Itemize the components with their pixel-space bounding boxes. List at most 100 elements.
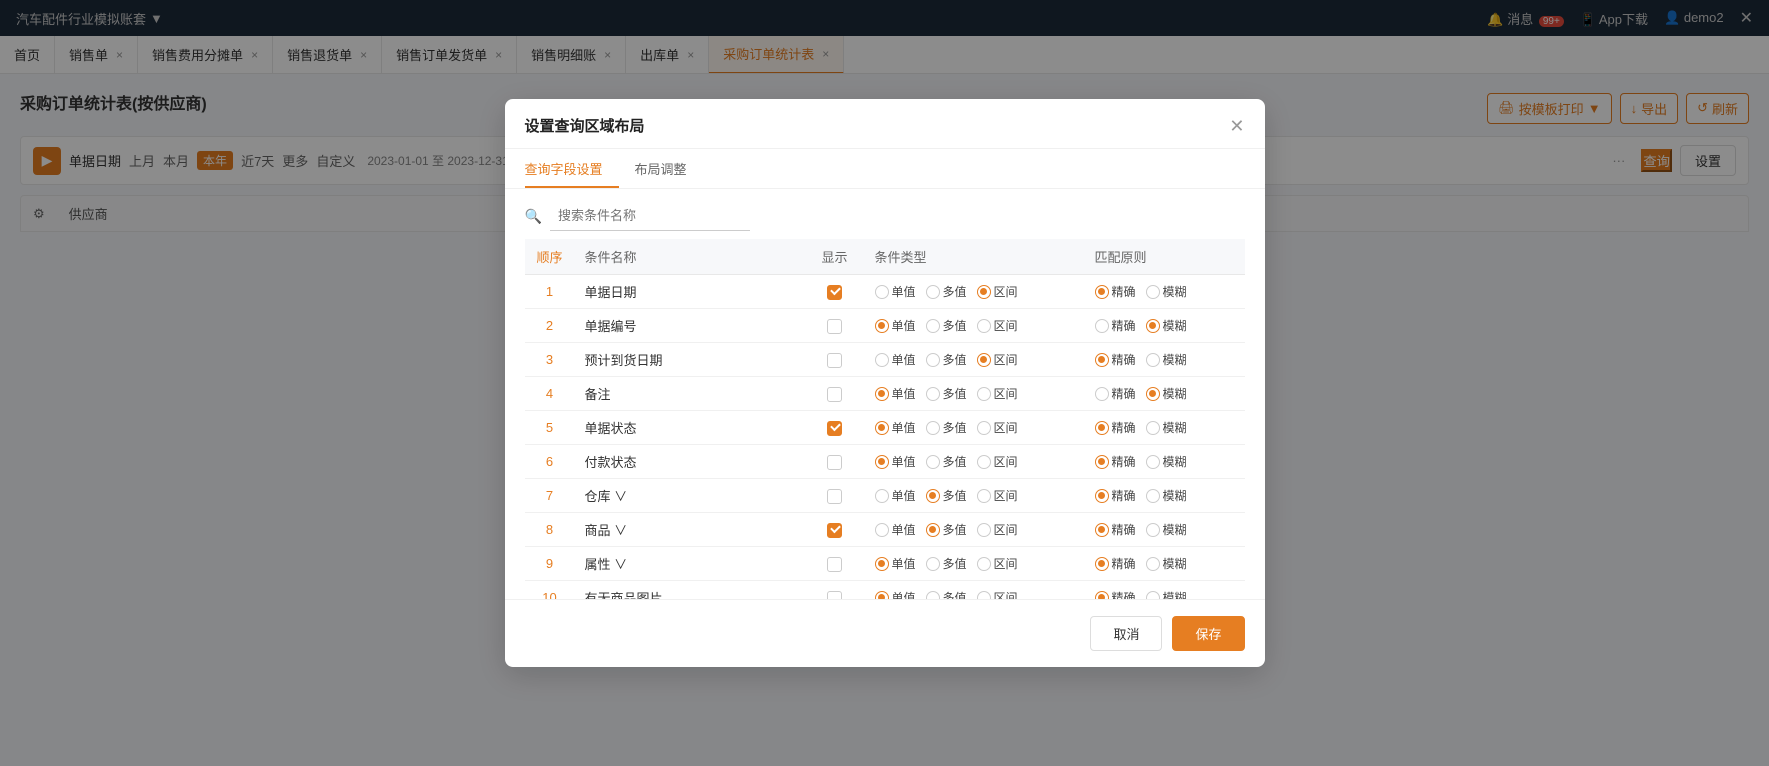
row-name: 有无商品图片	[575, 581, 805, 600]
match-radio-模糊[interactable]: 模糊	[1146, 521, 1187, 538]
row-display[interactable]	[805, 547, 865, 581]
type-radio-单值[interactable]: 单值	[875, 385, 916, 402]
row-type: 单值多值区间	[865, 445, 1085, 479]
type-radio-单值[interactable]: 单值	[875, 453, 916, 470]
search-input[interactable]	[550, 201, 750, 231]
match-radio-精确[interactable]: 精确	[1095, 555, 1136, 572]
type-radio-多值[interactable]: 多值	[926, 487, 967, 504]
match-radio-模糊[interactable]: 模糊	[1146, 555, 1187, 572]
col-header-order: 顺序	[525, 239, 575, 275]
type-radio-多值[interactable]: 多值	[926, 351, 967, 368]
type-radio-多值[interactable]: 多值	[926, 283, 967, 300]
display-checkbox[interactable]	[827, 319, 842, 334]
dialog-tabs: 查询字段设置 布局调整	[505, 149, 1265, 189]
save-btn[interactable]: 保存	[1172, 616, 1244, 651]
display-checkbox[interactable]	[827, 353, 842, 368]
row-type: 单值多值区间	[865, 513, 1085, 547]
type-radio-区间[interactable]: 区间	[977, 521, 1018, 538]
radio-circle	[926, 591, 940, 600]
display-checkbox[interactable]	[827, 387, 842, 402]
row-display[interactable]	[805, 275, 865, 309]
row-name: 仓库 ∨	[575, 479, 805, 513]
type-radio-区间[interactable]: 区间	[977, 419, 1018, 436]
display-checkbox[interactable]	[827, 421, 842, 436]
tab-query-fields[interactable]: 查询字段设置	[525, 149, 619, 188]
type-radio-单值[interactable]: 单值	[875, 487, 916, 504]
row-display[interactable]	[805, 513, 865, 547]
match-radio-精确[interactable]: 精确	[1095, 419, 1136, 436]
cancel-btn[interactable]: 取消	[1090, 616, 1162, 651]
row-type: 单值多值区间	[865, 377, 1085, 411]
match-radio-模糊[interactable]: 模糊	[1146, 351, 1187, 368]
type-radio-区间[interactable]: 区间	[977, 317, 1018, 334]
radio-circle	[926, 557, 940, 571]
row-order: 4	[525, 377, 575, 411]
row-name: 单据日期	[575, 275, 805, 309]
match-radio-精确[interactable]: 精确	[1095, 487, 1136, 504]
type-radio-多值[interactable]: 多值	[926, 555, 967, 572]
col-header-name: 条件名称	[575, 239, 805, 275]
radio-circle	[977, 591, 991, 600]
type-radio-多值[interactable]: 多值	[926, 589, 967, 599]
type-radio-单值[interactable]: 单值	[875, 317, 916, 334]
display-checkbox[interactable]	[827, 557, 842, 572]
type-radio-多值[interactable]: 多值	[926, 521, 967, 538]
type-radio-多值[interactable]: 多值	[926, 317, 967, 334]
match-radio-精确[interactable]: 精确	[1095, 283, 1136, 300]
radio-circle	[875, 455, 889, 469]
match-radio-精确[interactable]: 精确	[1095, 385, 1136, 402]
row-display[interactable]	[805, 411, 865, 445]
display-checkbox[interactable]	[827, 455, 842, 470]
type-radio-区间[interactable]: 区间	[977, 385, 1018, 402]
radio-circle	[977, 353, 991, 367]
row-display[interactable]	[805, 445, 865, 479]
type-radio-区间[interactable]: 区间	[977, 351, 1018, 368]
type-radio-多值[interactable]: 多值	[926, 453, 967, 470]
radio-circle	[1146, 557, 1160, 571]
match-radio-模糊[interactable]: 模糊	[1146, 385, 1187, 402]
match-radio-精确[interactable]: 精确	[1095, 317, 1136, 334]
row-name: 备注	[575, 377, 805, 411]
row-name: 付款状态	[575, 445, 805, 479]
dialog-close-btn[interactable]: ✕	[1229, 117, 1244, 135]
match-radio-精确[interactable]: 精确	[1095, 589, 1136, 599]
match-radio-精确[interactable]: 精确	[1095, 351, 1136, 368]
type-radio-多值[interactable]: 多值	[926, 385, 967, 402]
type-radio-单值[interactable]: 单值	[875, 521, 916, 538]
match-radio-模糊[interactable]: 模糊	[1146, 419, 1187, 436]
display-checkbox[interactable]	[827, 591, 842, 599]
match-radio-模糊[interactable]: 模糊	[1146, 317, 1187, 334]
type-radio-区间[interactable]: 区间	[977, 555, 1018, 572]
col-header-type: 条件类型	[865, 239, 1085, 275]
radio-circle	[875, 591, 889, 600]
type-radio-单值[interactable]: 单值	[875, 589, 916, 599]
type-radio-区间[interactable]: 区间	[977, 283, 1018, 300]
match-radio-模糊[interactable]: 模糊	[1146, 453, 1187, 470]
match-radio-精确[interactable]: 精确	[1095, 453, 1136, 470]
table-row: 7仓库 ∨单值多值区间精确模糊	[525, 479, 1245, 513]
match-radio-模糊[interactable]: 模糊	[1146, 283, 1187, 300]
display-checkbox[interactable]	[827, 523, 842, 538]
radio-circle	[977, 557, 991, 571]
type-radio-单值[interactable]: 单值	[875, 419, 916, 436]
radio-circle	[1146, 319, 1160, 333]
tab-layout-adjust[interactable]: 布局调整	[635, 149, 703, 188]
type-radio-单值[interactable]: 单值	[875, 283, 916, 300]
type-radio-单值[interactable]: 单值	[875, 555, 916, 572]
row-display[interactable]	[805, 581, 865, 600]
type-radio-区间[interactable]: 区间	[977, 453, 1018, 470]
type-radio-区间[interactable]: 区间	[977, 589, 1018, 599]
match-radio-模糊[interactable]: 模糊	[1146, 487, 1187, 504]
row-display[interactable]	[805, 377, 865, 411]
type-radio-区间[interactable]: 区间	[977, 487, 1018, 504]
match-radio-模糊[interactable]: 模糊	[1146, 589, 1187, 599]
display-checkbox[interactable]	[827, 285, 842, 300]
row-order: 6	[525, 445, 575, 479]
row-display[interactable]	[805, 343, 865, 377]
match-radio-精确[interactable]: 精确	[1095, 521, 1136, 538]
type-radio-多值[interactable]: 多值	[926, 419, 967, 436]
row-display[interactable]	[805, 479, 865, 513]
row-display[interactable]	[805, 309, 865, 343]
type-radio-单值[interactable]: 单值	[875, 351, 916, 368]
display-checkbox[interactable]	[827, 489, 842, 504]
